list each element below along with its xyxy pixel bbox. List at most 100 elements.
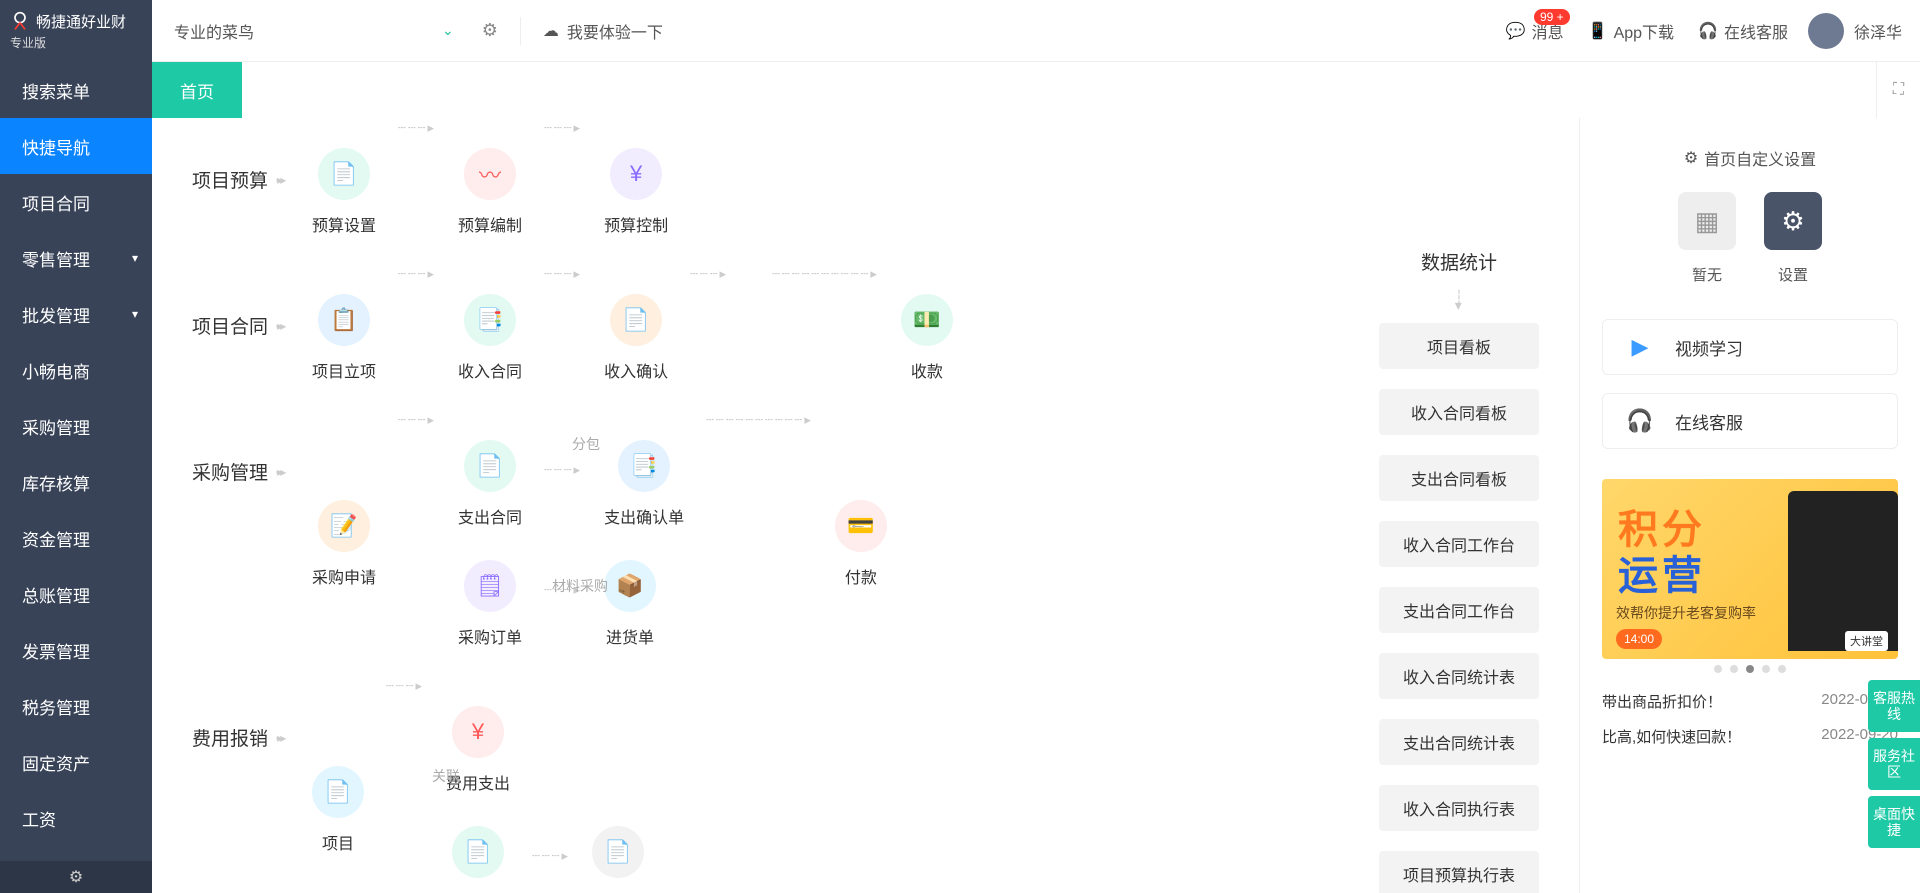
- app-edition: 专业版: [10, 34, 152, 51]
- tab-home[interactable]: 首页: [152, 62, 242, 118]
- triangle-icon: ▪▸▸: [276, 173, 283, 187]
- sidebar-item-0[interactable]: 搜索菜单: [0, 62, 152, 118]
- sidebar-item-9[interactable]: 总账管理: [0, 566, 152, 622]
- flow-node[interactable]: 📄收入确认: [604, 294, 668, 382]
- flow-node[interactable]: 📄报销单: [592, 826, 644, 893]
- sidebar-item-13[interactable]: 工资: [0, 790, 152, 846]
- sidebar-item-8[interactable]: 资金管理: [0, 510, 152, 566]
- try-button[interactable]: ☁ 我要体验一下: [543, 19, 663, 43]
- sidebar-item-1[interactable]: 快捷导航: [0, 118, 152, 174]
- flow-node[interactable]: 📑收入合同: [458, 294, 522, 382]
- flow-node[interactable]: 💵收款: [901, 294, 953, 382]
- workflow-canvas: 项目预算▪▸▸📄预算设置 ┄┄┄▸ 〰预算编制 ┄┄┄▸ ¥预算控制项目合同▪▸▸📋项目…: [152, 118, 1580, 893]
- divider: [520, 17, 521, 45]
- stats-column: 数据统计 ┆▾ 项目看板收入合同看板支出合同看板收入合同工作台支出合同工作台收入…: [1379, 248, 1539, 893]
- news-item[interactable]: 比高,如何快速回款！2022-09-20: [1602, 726, 1898, 747]
- online-service-button[interactable]: 🎧 在线客服: [1698, 19, 1788, 43]
- flow-row-label: 项目预算▪▸▸: [192, 148, 312, 193]
- flow-node[interactable]: 〰预算编制: [458, 148, 522, 236]
- sidebar-item-10[interactable]: 发票管理: [0, 622, 152, 678]
- float-badge[interactable]: 桌面快捷: [1868, 796, 1920, 848]
- flow-node[interactable]: 📝采购申请: [312, 500, 376, 588]
- triangle-icon: ▪▸▸: [276, 319, 283, 333]
- float-badge[interactable]: 服务社区: [1868, 738, 1920, 790]
- arrow-icon: ┄┄┄▸: [398, 412, 436, 648]
- sidebar-item-12[interactable]: 固定资产: [0, 734, 152, 790]
- card-set-label: 设置: [1778, 264, 1808, 285]
- sidebar-item-11[interactable]: 税务管理: [0, 678, 152, 734]
- arrow-icon: ┄┄┄▸: [386, 678, 424, 893]
- triangle-icon: ▪▸▸: [276, 465, 283, 479]
- headset-icon: 🎧: [1698, 21, 1718, 41]
- node-label: 进货单: [606, 624, 654, 648]
- gear-icon[interactable]: ⚙: [482, 20, 498, 41]
- sidebar-item-4[interactable]: 批发管理▾: [0, 286, 152, 342]
- flow-node[interactable]: 📋项目立项: [312, 294, 376, 382]
- flow-node[interactable]: ¥预算控制: [604, 148, 668, 236]
- banner-logo: 大讲堂: [1845, 631, 1888, 651]
- stat-button[interactable]: 支出合同工作台: [1379, 587, 1539, 633]
- app-dl-label: App下载: [1614, 19, 1674, 43]
- sidebar-item-5[interactable]: 小畅电商: [0, 342, 152, 398]
- chevron-down-icon: ▾: [132, 251, 138, 265]
- node-label: 支出合同: [458, 504, 522, 528]
- arrow-icon: ┄┄┄┄┄┄┄┄┄┄▸: [706, 412, 813, 648]
- node-icon: 📄: [318, 148, 370, 200]
- banner-time: 14:00: [1616, 629, 1662, 649]
- app-download-button[interactable]: 📱 App下载: [1588, 19, 1674, 43]
- sidebar-item-6[interactable]: 采购管理: [0, 398, 152, 454]
- node-label: 项目: [322, 830, 354, 854]
- node-icon: 〰: [464, 148, 516, 200]
- promo-banner[interactable]: 积分 运营 效帮你提升老客复购率 14:00 任海伦 大讲堂: [1602, 479, 1898, 659]
- card-settings[interactable]: ⚙ 设置: [1764, 192, 1822, 285]
- news-item[interactable]: 带出商品折扣价！2022-09-20: [1602, 691, 1898, 712]
- messages-button[interactable]: 💬 消息 99 +: [1506, 19, 1564, 43]
- stat-button[interactable]: 项目看板: [1379, 323, 1539, 369]
- node-icon: 💳: [835, 500, 887, 552]
- banner-title-2: 运营: [1618, 543, 1706, 601]
- gear-icon: ⚙: [1764, 192, 1822, 250]
- stat-button[interactable]: 支出合同统计表: [1379, 719, 1539, 765]
- node-label: 收入合同: [458, 358, 522, 382]
- flow-node[interactable]: 📦进货单: [604, 560, 656, 648]
- flow-node[interactable]: 📄预算设置: [312, 148, 376, 236]
- node-icon: ¥: [452, 706, 504, 758]
- carousel-dots[interactable]: [1602, 665, 1898, 673]
- username: 徐泽华: [1854, 19, 1902, 43]
- main: 项目预算▪▸▸📄预算设置 ┄┄┄▸ 〰预算编制 ┄┄┄▸ ¥预算控制项目合同▪▸▸📋项目…: [152, 118, 1920, 893]
- float-badge[interactable]: 客服热线: [1868, 680, 1920, 732]
- stat-button[interactable]: 收入合同看板: [1379, 389, 1539, 435]
- sidebar-item-3[interactable]: 零售管理▾: [0, 230, 152, 286]
- flow-row-label: 项目合同▪▸▸: [192, 294, 312, 339]
- none-icon: ▦: [1678, 192, 1736, 250]
- stat-button[interactable]: 收入合同工作台: [1379, 521, 1539, 567]
- sidebar-settings[interactable]: ⚙: [0, 861, 152, 893]
- news-title: 带出商品折扣价！: [1602, 691, 1722, 712]
- flow-node[interactable]: 💳付款: [835, 500, 887, 588]
- stat-button[interactable]: 收入合同执行表: [1379, 785, 1539, 831]
- org-selector[interactable]: 专业的菜鸟 ⌄: [174, 19, 454, 43]
- node-icon: ¥: [610, 148, 662, 200]
- flow-row-label: 费用报销▪▸▸: [192, 706, 312, 751]
- node-label: 预算编制: [458, 212, 522, 236]
- flow-node[interactable]: 📑支出确认单: [604, 440, 684, 528]
- card-none[interactable]: ▦ 暂无: [1678, 192, 1736, 285]
- flow-node[interactable]: 📄支出合同: [458, 440, 522, 528]
- stat-button[interactable]: 支出合同看板: [1379, 455, 1539, 501]
- flow-node[interactable]: 📄收入合同: [446, 826, 510, 893]
- stat-button[interactable]: 项目预算执行表: [1379, 851, 1539, 893]
- panel-link[interactable]: 🎧在线客服: [1602, 393, 1898, 449]
- float-badges: 客服热线服务社区桌面快捷: [1868, 680, 1920, 848]
- expand-button[interactable]: ⛶: [1876, 62, 1920, 118]
- avatar[interactable]: [1808, 13, 1844, 49]
- sidebar-item-7[interactable]: 库存核算: [0, 454, 152, 510]
- panel-head[interactable]: ⚙ 首页自定义设置: [1602, 146, 1898, 170]
- sidebar-item-2[interactable]: 项目合同: [0, 174, 152, 230]
- stat-button[interactable]: 收入合同统计表: [1379, 653, 1539, 699]
- link-icon: 🎧: [1625, 406, 1655, 436]
- card-none-label: 暂无: [1692, 264, 1722, 285]
- chevron-down-icon: ▾: [132, 307, 138, 321]
- panel-link[interactable]: ▶视频学习: [1602, 319, 1898, 375]
- flow-node[interactable]: 🗒采购订单: [458, 560, 522, 648]
- flow-node[interactable]: 📄项目: [312, 766, 364, 854]
